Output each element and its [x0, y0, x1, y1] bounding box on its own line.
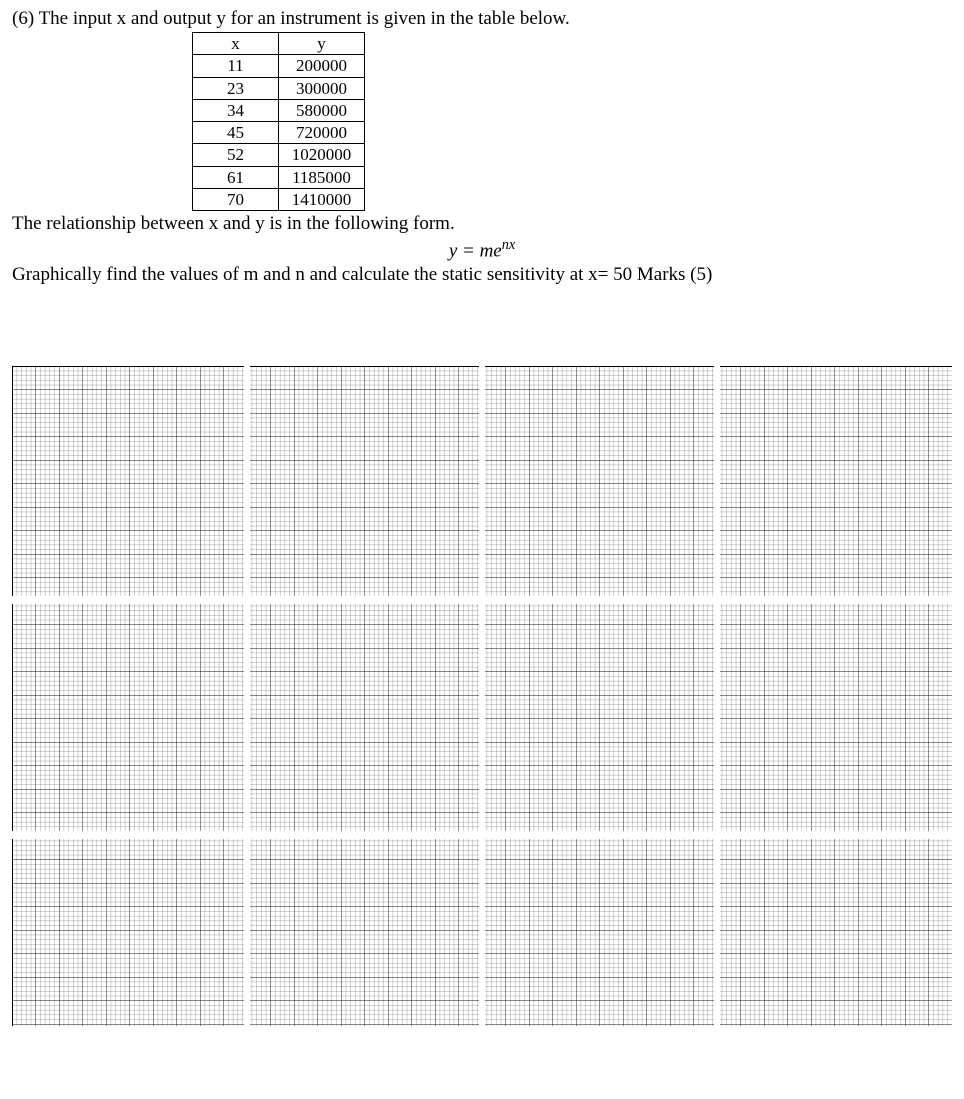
table-row: 34 580000 [193, 99, 365, 121]
equation-exponent: nx [502, 237, 515, 253]
cell-x: 61 [193, 166, 279, 188]
cell-x: 34 [193, 99, 279, 121]
cell-y: 300000 [279, 77, 365, 99]
col-header-x: x [193, 33, 279, 55]
cell-x: 45 [193, 122, 279, 144]
cell-y: 1410000 [279, 188, 365, 210]
table-row: 70 1410000 [193, 188, 365, 210]
graph-paper [12, 366, 952, 1026]
table-row: 61 1185000 [193, 166, 365, 188]
equation-me: me [480, 240, 502, 261]
cell-x: 11 [193, 55, 279, 77]
cell-y: 200000 [279, 55, 365, 77]
equation-eq: = [457, 240, 479, 261]
cell-x: 52 [193, 144, 279, 166]
cell-x: 70 [193, 188, 279, 210]
cell-y: 1020000 [279, 144, 365, 166]
table-row: 45 720000 [193, 122, 365, 144]
col-header-y: y [279, 33, 365, 55]
table-row: 11 200000 [193, 55, 365, 77]
cell-y: 1185000 [279, 166, 365, 188]
data-table: x y 11 200000 23 300000 34 580000 45 720… [192, 32, 365, 211]
table-row: 23 300000 [193, 77, 365, 99]
task-text: Graphically find the values of m and n a… [12, 264, 952, 286]
relationship-intro: The relationship between x and y is in t… [12, 213, 952, 235]
cell-y: 580000 [279, 99, 365, 121]
graph-grid-icon [12, 366, 952, 1026]
question-prompt: (6) The input x and output y for an inst… [12, 8, 952, 30]
cell-x: 23 [193, 77, 279, 99]
equation-lhs: y [449, 240, 457, 261]
equation: y = menx [12, 237, 952, 262]
cell-y: 720000 [279, 122, 365, 144]
question-number: (6) [12, 8, 34, 29]
question-text: The input x and output y for an instrume… [39, 8, 570, 29]
table-row: 52 1020000 [193, 144, 365, 166]
